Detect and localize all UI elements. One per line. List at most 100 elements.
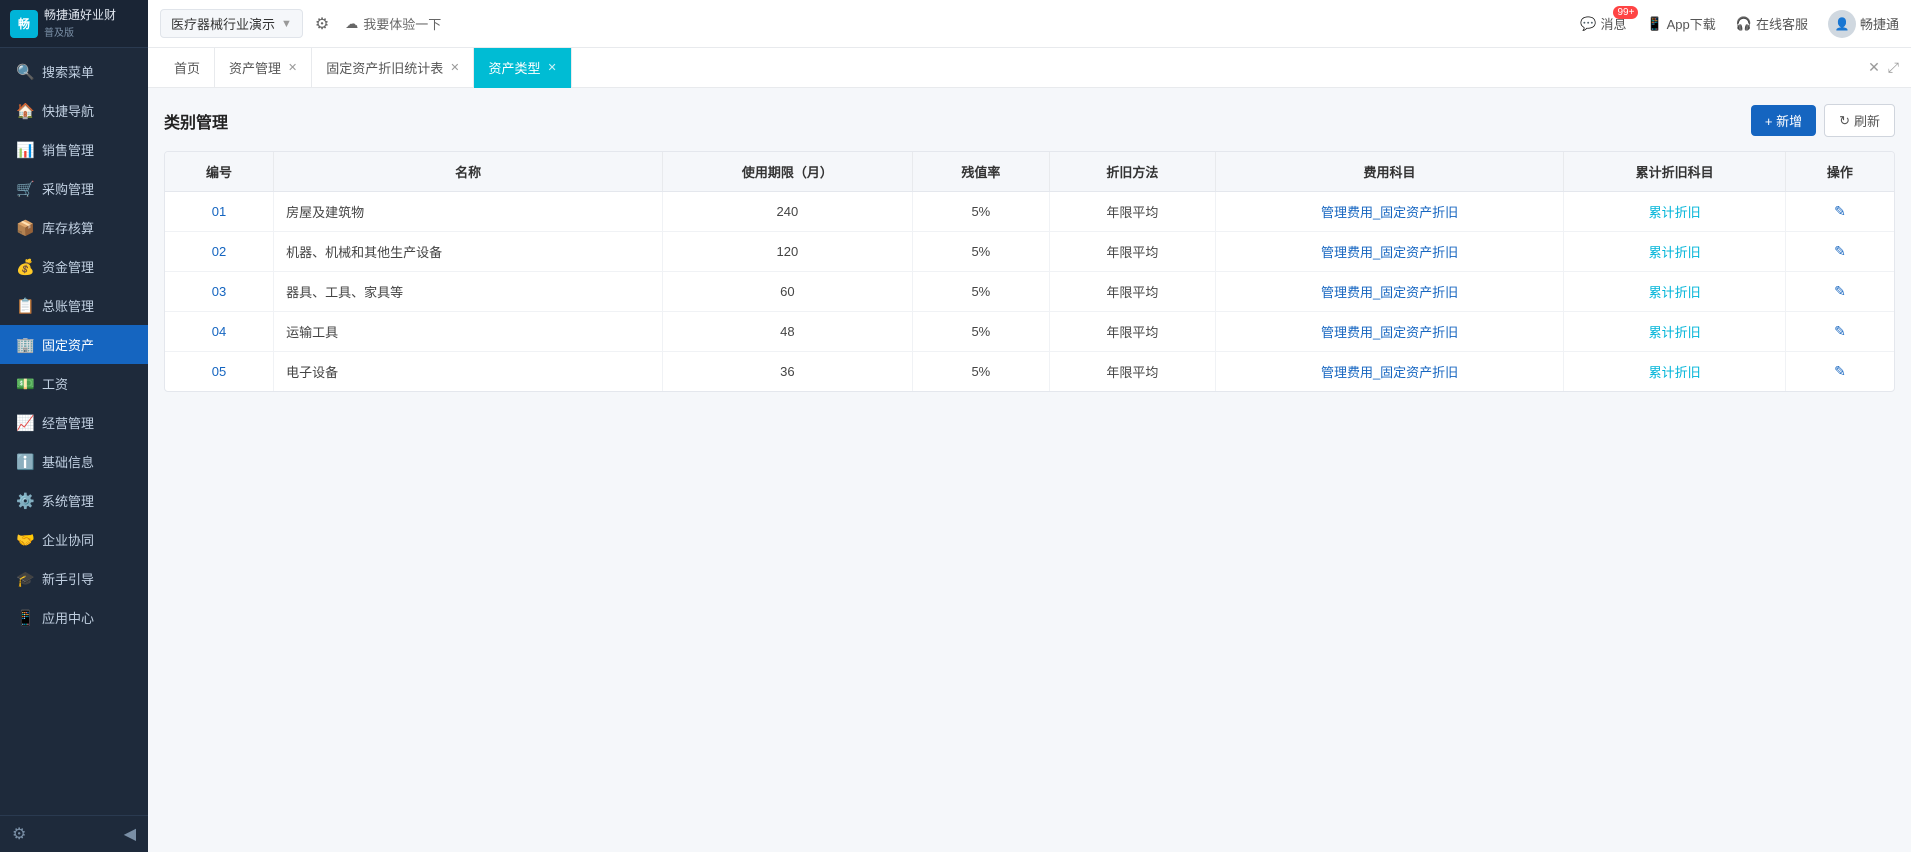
main-area: 医疗器械行业演示 ▼ ⚙ ☁ 我要体验一下 💬 消息 99+ 📱 App下载 🎧… <box>148 0 1911 852</box>
cell-method: 年限平均 <box>1050 272 1216 312</box>
cell-name: 运输工具 <box>274 312 663 352</box>
sidebar-footer: ⚙ ◀ <box>0 815 148 852</box>
avatar: 👤 <box>1828 10 1856 38</box>
message-button[interactable]: 💬 消息 99+ <box>1580 14 1626 33</box>
customer-service-button[interactable]: 🎧 在线客服 <box>1736 14 1808 33</box>
sidebar-item-funds[interactable]: 💰 资金管理 <box>0 247 148 286</box>
tab-close-asset-mgmt[interactable]: ✕ <box>288 61 297 74</box>
sidebar-label-ledger: 总账管理 <box>42 296 94 315</box>
settings-icon[interactable]: ⚙ <box>12 824 26 844</box>
sidebar-item-sales[interactable]: 📊 销售管理 <box>0 130 148 169</box>
sidebar-icon-cooperation: 🤝 <box>16 531 34 549</box>
sidebar-item-inventory[interactable]: 📦 库存核算 <box>0 208 148 247</box>
cell-action[interactable]: ✎ <box>1785 352 1894 392</box>
sidebar-icon-apps: 📱 <box>16 609 34 627</box>
cell-accumulated: 累计折旧 <box>1564 272 1785 312</box>
app-download-button[interactable]: 📱 App下载 <box>1646 14 1715 33</box>
sidebar-item-system[interactable]: ⚙️ 系统管理 <box>0 481 148 520</box>
table-body: 01 房屋及建筑物 240 5% 年限平均 管理费用_固定资产折旧 累计折旧 ✎… <box>165 192 1894 392</box>
cell-expense: 管理费用_固定资产折旧 <box>1215 232 1564 272</box>
workspace-selector[interactable]: 医疗器械行业演示 ▼ <box>160 9 303 38</box>
sidebar-item-ledger[interactable]: 📋 总账管理 <box>0 286 148 325</box>
new-button[interactable]: + 新增 <box>1751 105 1816 136</box>
sidebar-item-purchase[interactable]: 🛒 采购管理 <box>0 169 148 208</box>
sidebar-label-quick-nav: 快捷导航 <box>42 101 94 120</box>
col-header: 累计折旧科目 <box>1564 152 1785 192</box>
edit-icon[interactable]: ✎ <box>1834 203 1846 219</box>
cell-expense: 管理费用_固定资产折旧 <box>1215 272 1564 312</box>
sidebar-nav: 🔍 搜索菜单 🏠 快捷导航 📊 销售管理 🛒 采购管理 📦 库存核算 💰 资金管… <box>0 48 148 815</box>
cell-residual: 5% <box>912 192 1050 232</box>
cell-accumulated: 累计折旧 <box>1564 352 1785 392</box>
tab-close-depreciation-table[interactable]: ✕ <box>450 61 459 74</box>
maximize-tab-icon[interactable]: ⤢ <box>1888 59 1899 76</box>
sidebar-item-operations[interactable]: 📈 经营管理 <box>0 403 148 442</box>
sidebar-icon-ledger: 📋 <box>16 297 34 315</box>
cell-residual: 5% <box>912 352 1050 392</box>
cell-residual: 5% <box>912 312 1050 352</box>
workspace-name: 医疗器械行业演示 <box>171 14 275 33</box>
sidebar-icon-operations: 📈 <box>16 414 34 432</box>
col-header: 名称 <box>274 152 663 192</box>
customer-service-icon: 🎧 <box>1736 16 1752 32</box>
cell-accumulated: 累计折旧 <box>1564 192 1785 232</box>
table-row: 01 房屋及建筑物 240 5% 年限平均 管理费用_固定资产折旧 累计折旧 ✎ <box>165 192 1894 232</box>
sidebar-label-guide: 新手引导 <box>42 569 94 588</box>
edit-icon[interactable]: ✎ <box>1834 243 1846 259</box>
edition-label: 普及版 <box>44 24 116 39</box>
sidebar-item-search[interactable]: 🔍 搜索菜单 <box>0 52 148 91</box>
sidebar-label-purchase: 采购管理 <box>42 179 94 198</box>
cell-expense: 管理费用_固定资产折旧 <box>1215 192 1564 232</box>
sidebar-item-salary[interactable]: 💵 工资 <box>0 364 148 403</box>
cell-action[interactable]: ✎ <box>1785 192 1894 232</box>
cell-name: 机器、机械和其他生产设备 <box>274 232 663 272</box>
tab-label-home: 首页 <box>174 58 200 77</box>
sidebar-icon-system: ⚙️ <box>16 492 34 510</box>
collapse-sidebar-icon[interactable]: ◀ <box>124 824 136 844</box>
user-name: 畅捷通 <box>1860 14 1899 33</box>
cell-action[interactable]: ✎ <box>1785 272 1894 312</box>
cell-code: 04 <box>165 312 274 352</box>
experience-button[interactable]: ☁ 我要体验一下 <box>345 14 441 33</box>
cell-period: 120 <box>663 232 912 272</box>
cell-expense: 管理费用_固定资产折旧 <box>1215 312 1564 352</box>
page-content: 类别管理 + 新增 ↻ 刷新 编号名称使用期限（月）残值率折旧方法费用科目累计折… <box>148 88 1911 852</box>
refresh-button[interactable]: ↻ 刷新 <box>1824 104 1895 137</box>
sidebar-item-fixed-assets[interactable]: 🏢 固定资产 <box>0 325 148 364</box>
sidebar-label-sales: 销售管理 <box>42 140 94 159</box>
tab-depreciation-table[interactable]: 固定资产折旧统计表 ✕ <box>312 48 474 88</box>
tab-asset-mgmt[interactable]: 资产管理✕ <box>215 48 312 88</box>
tab-asset-type[interactable]: 资产类型✕ <box>474 48 571 88</box>
tab-home[interactable]: 首页 <box>160 48 215 88</box>
user-menu[interactable]: 👤 畅捷通 <box>1828 10 1899 38</box>
cell-period: 60 <box>663 272 912 312</box>
edit-icon[interactable]: ✎ <box>1834 323 1846 339</box>
edit-icon[interactable]: ✎ <box>1834 363 1846 379</box>
cell-code: 02 <box>165 232 274 272</box>
sidebar-item-guide[interactable]: 🎓 新手引导 <box>0 559 148 598</box>
experience-label: 我要体验一下 <box>363 14 441 33</box>
sidebar-item-basic-info[interactable]: ℹ️ 基础信息 <box>0 442 148 481</box>
sidebar-item-quick-nav[interactable]: 🏠 快捷导航 <box>0 91 148 130</box>
tab-label-depreciation-table: 固定资产折旧统计表 <box>326 58 443 77</box>
workspace-settings-icon[interactable]: ⚙ <box>315 14 329 34</box>
workspace-dropdown-icon: ▼ <box>281 18 292 30</box>
tab-close-asset-type[interactable]: ✕ <box>548 61 557 74</box>
topbar: 医疗器械行业演示 ▼ ⚙ ☁ 我要体验一下 💬 消息 99+ 📱 App下载 🎧… <box>148 0 1911 48</box>
close-tab-icon[interactable]: ✕ <box>1868 59 1880 76</box>
page-actions: + 新增 ↻ 刷新 <box>1751 104 1895 137</box>
cell-name: 器具、工具、家具等 <box>274 272 663 312</box>
cell-action[interactable]: ✎ <box>1785 312 1894 352</box>
cell-accumulated: 累计折旧 <box>1564 312 1785 352</box>
sidebar-icon-basic-info: ℹ️ <box>16 453 34 471</box>
table-row: 03 器具、工具、家具等 60 5% 年限平均 管理费用_固定资产折旧 累计折旧… <box>165 272 1894 312</box>
sidebar-icon-inventory: 📦 <box>16 219 34 237</box>
edit-icon[interactable]: ✎ <box>1834 283 1846 299</box>
sidebar-item-cooperation[interactable]: 🤝 企业协同 <box>0 520 148 559</box>
category-table: 编号名称使用期限（月）残值率折旧方法费用科目累计折旧科目操作 01 房屋及建筑物… <box>165 152 1894 391</box>
cell-accumulated: 累计折旧 <box>1564 232 1785 272</box>
page-header: 类别管理 + 新增 ↻ 刷新 <box>164 104 1895 137</box>
cell-action[interactable]: ✎ <box>1785 232 1894 272</box>
sidebar-item-apps[interactable]: 📱 应用中心 <box>0 598 148 637</box>
sidebar-label-search: 搜索菜单 <box>42 62 94 81</box>
